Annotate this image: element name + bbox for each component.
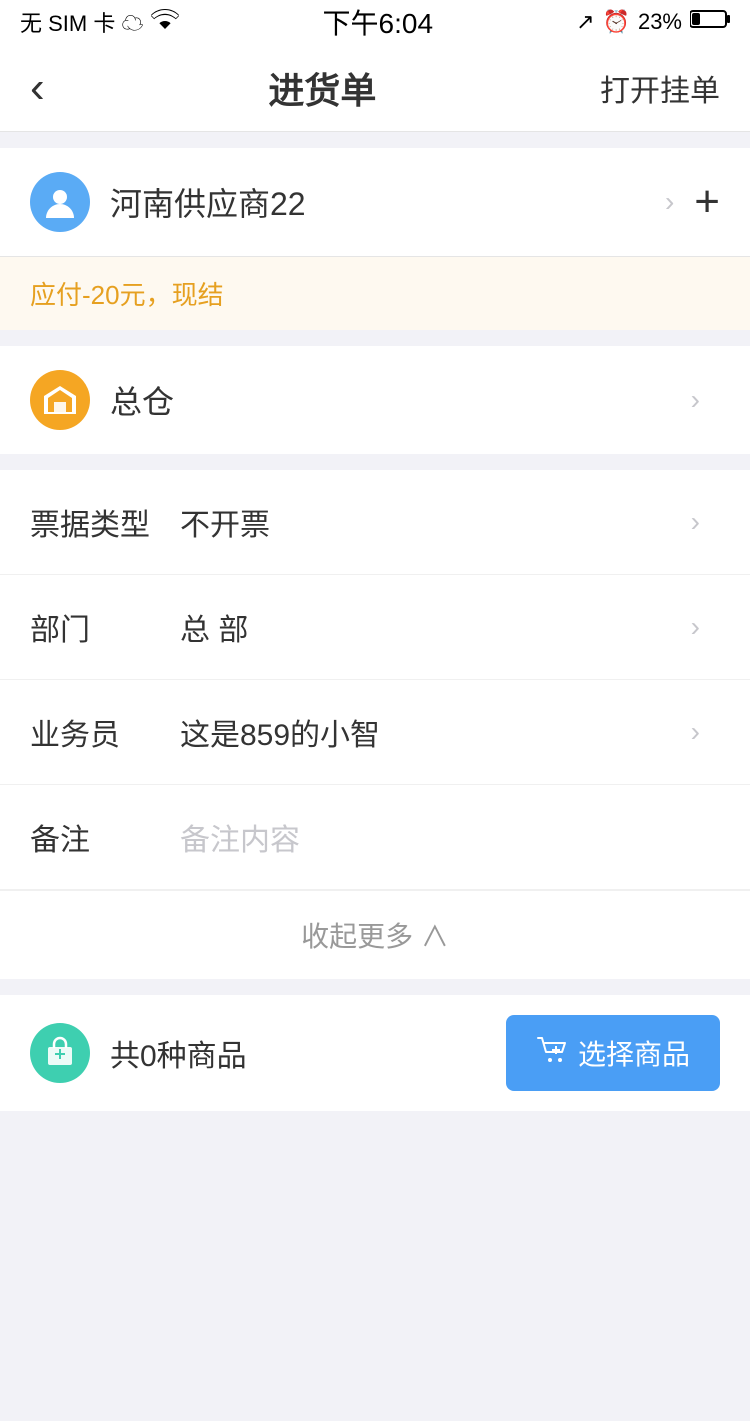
open-pending-button[interactable]: 打开挂单 [600, 66, 720, 110]
warehouse-row[interactable]: 总仓 › [0, 346, 750, 454]
back-button[interactable]: ‹ [30, 66, 45, 110]
section-gap-2 [0, 330, 750, 346]
department-value: 总 部 [180, 605, 691, 649]
remark-row[interactable]: 备注 备注内容 [0, 785, 750, 890]
salesperson-chevron-icon: › [691, 716, 700, 748]
invoice-type-value: 不开票 [180, 500, 691, 544]
warehouse-icon [30, 370, 90, 430]
department-label: 部门 [30, 605, 150, 649]
notice-banner: 应付-20元，现结 [0, 257, 750, 330]
remark-label: 备注 [30, 815, 150, 859]
status-time: 下午6:04 [323, 2, 434, 42]
invoice-type-row[interactable]: 票据类型 不开票 › [0, 470, 750, 575]
salesperson-row[interactable]: 业务员 这是859的小智 › [0, 680, 750, 785]
product-icon [30, 1023, 90, 1083]
salesperson-value: 这是859的小智 [180, 710, 691, 754]
select-product-button[interactable]: 选择商品 [506, 1015, 720, 1091]
nav-bar: ‹ 进货单 打开挂单 [0, 44, 750, 132]
bottom-fill [0, 1111, 750, 1421]
supplier-name: 河南供应商22 [110, 179, 665, 225]
select-product-cart-icon [536, 1036, 568, 1071]
location-icon: ↗ [576, 9, 594, 35]
invoice-type-chevron-icon: › [691, 506, 700, 538]
product-count-label: 共0种商品 [110, 1031, 506, 1075]
alarm-icon: ⏰ [603, 9, 630, 35]
status-right: ↗ ⏰ 23% [576, 9, 730, 35]
warehouse-name: 总仓 [110, 377, 691, 423]
status-bar: 无 SIM 卡 ☁ 下午6:04 ↗ ⏰ 23% [0, 0, 750, 44]
form-section: 票据类型 不开票 › 部门 总 部 › 业务员 这是859的小智 › 备注 备注… [0, 470, 750, 979]
section-gap-1 [0, 132, 750, 148]
sim-status: 无 SIM 卡 ☁ [20, 6, 143, 38]
supplier-avatar [30, 172, 90, 232]
warehouse-chevron-icon: › [691, 384, 700, 416]
salesperson-label: 业务员 [30, 710, 150, 754]
select-product-label: 选择商品 [578, 1033, 690, 1073]
warehouse-section: 总仓 › [0, 346, 750, 454]
product-row: 共0种商品 选择商品 [0, 995, 750, 1111]
status-left: 无 SIM 卡 ☁ [20, 6, 179, 38]
invoice-type-label: 票据类型 [30, 500, 150, 544]
supplier-row[interactable]: 河南供应商22 › + [0, 148, 750, 257]
wifi-icon [151, 9, 179, 35]
battery-level: 23% [638, 9, 682, 35]
department-row[interactable]: 部门 总 部 › [0, 575, 750, 680]
page-title: 进货单 [268, 62, 376, 114]
supplier-chevron-icon: › [665, 186, 674, 218]
collapse-button[interactable]: 收起更多 ∧ [0, 890, 750, 979]
battery-icon [690, 9, 730, 35]
add-supplier-button[interactable]: + [694, 180, 720, 224]
department-chevron-icon: › [691, 611, 700, 643]
remark-input[interactable]: 备注内容 [180, 815, 720, 859]
supplier-section: 河南供应商22 › + 应付-20元，现结 [0, 148, 750, 330]
